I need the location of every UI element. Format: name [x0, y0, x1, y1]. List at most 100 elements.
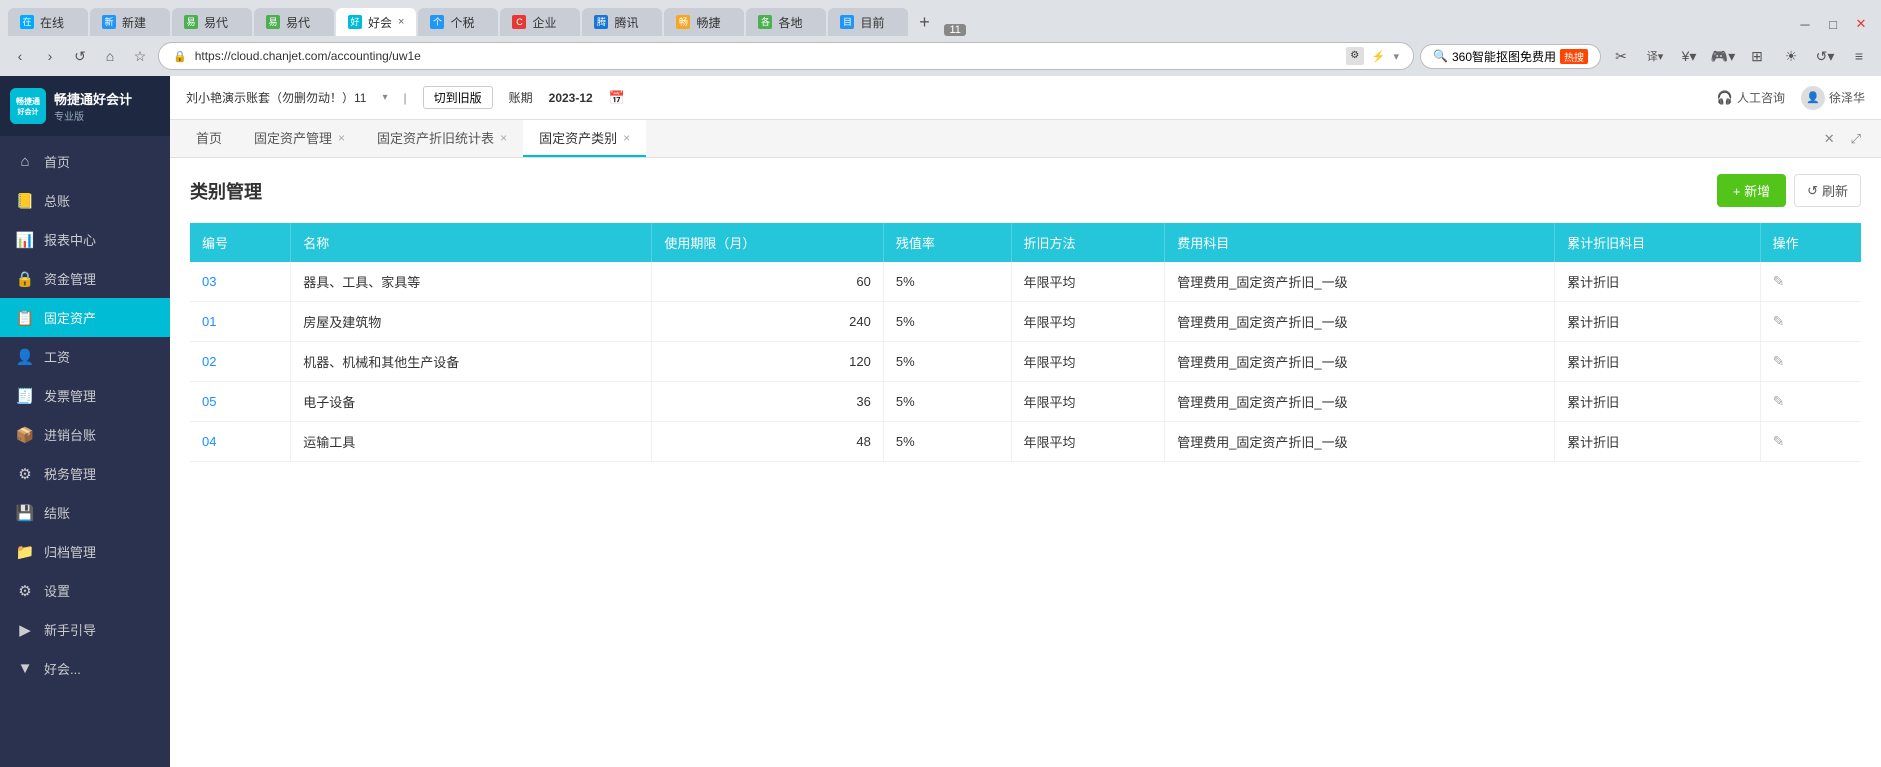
- sidebar-item-guide[interactable]: ▶ 新手引导: [0, 610, 170, 649]
- period-value: 2023-12: [549, 91, 593, 105]
- col-expense: 费用科目: [1165, 223, 1555, 262]
- row2-expense: 管理费用_固定资产折旧_一级: [1165, 302, 1555, 342]
- tab-fixed-mgmt-close[interactable]: ×: [338, 131, 345, 145]
- row1-code[interactable]: 03: [190, 262, 291, 302]
- browser-tab-3[interactable]: 易 易代: [172, 8, 252, 36]
- row3-period: 120: [652, 342, 883, 382]
- browser-tab-10[interactable]: 各 各地: [746, 8, 826, 36]
- sidebar-label-fixed: 固定资产: [44, 308, 96, 327]
- menu-icon[interactable]: ≡: [1845, 42, 1873, 70]
- site-settings-icon[interactable]: ⚙: [1346, 47, 1364, 65]
- tab-home[interactable]: 首页: [180, 120, 238, 157]
- col-name: 名称: [291, 223, 652, 262]
- undo-icon[interactable]: ↺▾: [1811, 42, 1839, 70]
- sidebar-item-salary[interactable]: 👤 工资: [0, 337, 170, 376]
- row4-code[interactable]: 05: [190, 382, 291, 422]
- browser-tab-11[interactable]: 目 目前: [828, 8, 908, 36]
- user-dropdown-icon[interactable]: ▾: [382, 92, 387, 103]
- tab-fixed-mgmt[interactable]: 固定资产管理 ×: [238, 120, 361, 157]
- minimize-button[interactable]: ─: [1793, 12, 1817, 36]
- row5-acc-dep: 累计折旧: [1555, 422, 1761, 462]
- sidebar-item-home[interactable]: ⌂ 首页: [0, 142, 170, 181]
- translate-icon[interactable]: 译▾: [1641, 42, 1669, 70]
- tab-fixed-dep-close[interactable]: ×: [500, 131, 507, 145]
- browser-tab-7[interactable]: C 企业: [500, 8, 580, 36]
- sidebar-label-report: 报表中心: [44, 230, 96, 249]
- tab-10-icon: 各: [758, 15, 772, 29]
- sidebar-item-invoice[interactable]: 🧾 发票管理: [0, 376, 170, 415]
- row2-method: 年限平均: [1011, 302, 1165, 342]
- tab-fixed-dep[interactable]: 固定资产折旧统计表 ×: [361, 120, 523, 157]
- sidebar: 畅捷通 好会计 畅捷通好会计 专业版 ⌂ 首页 📒 总账 📊 报表中心: [0, 76, 170, 767]
- sidebar-item-tax[interactable]: ⚙ 税务管理: [0, 454, 170, 493]
- home-button[interactable]: ⌂: [98, 44, 122, 68]
- row4-edit-button[interactable]: ✎: [1773, 393, 1785, 409]
- reload-button[interactable]: ↺: [68, 44, 92, 68]
- tab-count-badge: 11: [944, 24, 965, 36]
- grid-icon[interactable]: ⊞: [1743, 42, 1771, 70]
- boost-icon[interactable]: ⚡: [1372, 50, 1386, 63]
- game-icon[interactable]: 🎮▾: [1709, 42, 1737, 70]
- forward-button[interactable]: ›: [38, 44, 62, 68]
- table-header-row: 编号 名称 使用期限（月） 残值率 折旧方法 费用科目 累计折旧科目 操作: [190, 223, 1861, 262]
- back-button[interactable]: ‹: [8, 44, 32, 68]
- user-avatar: 👤: [1801, 86, 1825, 110]
- row5-method: 年限平均: [1011, 422, 1165, 462]
- new-tab-button[interactable]: +: [910, 8, 938, 36]
- search-bar[interactable]: 🔍 360智能抠图免费用 热搜: [1420, 44, 1601, 69]
- expand-address-icon[interactable]: ▾: [1393, 50, 1399, 63]
- row2-edit-button[interactable]: ✎: [1773, 313, 1785, 329]
- tab-panel-expand[interactable]: ⤢: [1845, 129, 1867, 149]
- browser-tab-8[interactable]: 腾 腾讯: [582, 8, 662, 36]
- settings-icon: ⚙: [16, 582, 34, 600]
- switch-version-button[interactable]: 切到旧版: [423, 86, 493, 109]
- sidebar-item-archive[interactable]: 📁 归档管理: [0, 532, 170, 571]
- browser-tab-4[interactable]: 易 易代: [254, 8, 334, 36]
- inventory-icon: 📦: [16, 426, 34, 444]
- browser-tab-5[interactable]: 好 好会 ×: [336, 8, 416, 36]
- browser-tab-2[interactable]: 新 新建: [90, 8, 170, 36]
- row3-code[interactable]: 02: [190, 342, 291, 382]
- browser-tab-6[interactable]: 个 个税: [418, 8, 498, 36]
- browser-tab-1[interactable]: 在 在线: [8, 8, 88, 36]
- address-bar[interactable]: 🔒 https://cloud.chanjet.com/accounting/u…: [158, 42, 1414, 70]
- calendar-icon[interactable]: 📅: [609, 90, 625, 106]
- browser-tab-9[interactable]: 畅 畅捷: [664, 8, 744, 36]
- table-row: 02 机器、机械和其他生产设备 120 5% 年限平均 管理费用_固定资产折旧_…: [190, 342, 1861, 382]
- brightness-icon[interactable]: ☀: [1777, 42, 1805, 70]
- sidebar-item-checkout[interactable]: 💾 结账: [0, 493, 170, 532]
- sidebar-label-more: 好会...: [44, 659, 81, 678]
- wallet-icon[interactable]: ¥▾: [1675, 42, 1703, 70]
- row1-acc-dep: 累计折旧: [1555, 262, 1761, 302]
- general-icon: 📒: [16, 192, 34, 210]
- maximize-button[interactable]: □: [1821, 12, 1845, 36]
- sidebar-item-fund[interactable]: 🔒 资金管理: [0, 259, 170, 298]
- close-window-button[interactable]: ✕: [1849, 12, 1873, 36]
- refresh-button[interactable]: ↺ 刷新: [1794, 174, 1861, 207]
- sidebar-item-settings[interactable]: ⚙ 设置: [0, 571, 170, 610]
- bookmark-button[interactable]: ☆: [128, 44, 152, 68]
- scissors-icon[interactable]: ✂: [1607, 42, 1635, 70]
- sidebar-item-inventory[interactable]: 📦 进销台账: [0, 415, 170, 454]
- row3-method: 年限平均: [1011, 342, 1165, 382]
- svg-text:畅捷通: 畅捷通: [16, 96, 40, 106]
- row1-edit-button[interactable]: ✎: [1773, 273, 1785, 289]
- tab-7-label: 企业: [532, 14, 556, 31]
- tab-fixed-cat-close[interactable]: ×: [623, 131, 630, 145]
- sidebar-item-more[interactable]: ▼ 好会...: [0, 649, 170, 688]
- row5-code[interactable]: 04: [190, 422, 291, 462]
- page-title: 类别管理: [190, 178, 262, 204]
- tab-fixed-cat[interactable]: 固定资产类别 ×: [523, 120, 646, 157]
- app-container: 畅捷通 好会计 畅捷通好会计 专业版 ⌂ 首页 📒 总账 📊 报表中心: [0, 76, 1881, 767]
- tab-5-close[interactable]: ×: [398, 16, 404, 28]
- sidebar-item-report[interactable]: 📊 报表中心: [0, 220, 170, 259]
- tab-panel-close[interactable]: ✕: [1818, 129, 1841, 149]
- add-button[interactable]: + 新增: [1717, 174, 1786, 207]
- user-profile-button[interactable]: 👤 徐泽华: [1801, 86, 1865, 110]
- sidebar-item-general[interactable]: 📒 总账: [0, 181, 170, 220]
- sidebar-item-fixed[interactable]: 📋 固定资产: [0, 298, 170, 337]
- consult-button[interactable]: 🎧 人工咨询: [1717, 89, 1785, 106]
- row2-code[interactable]: 01: [190, 302, 291, 342]
- row5-edit-button[interactable]: ✎: [1773, 433, 1785, 449]
- row3-edit-button[interactable]: ✎: [1773, 353, 1785, 369]
